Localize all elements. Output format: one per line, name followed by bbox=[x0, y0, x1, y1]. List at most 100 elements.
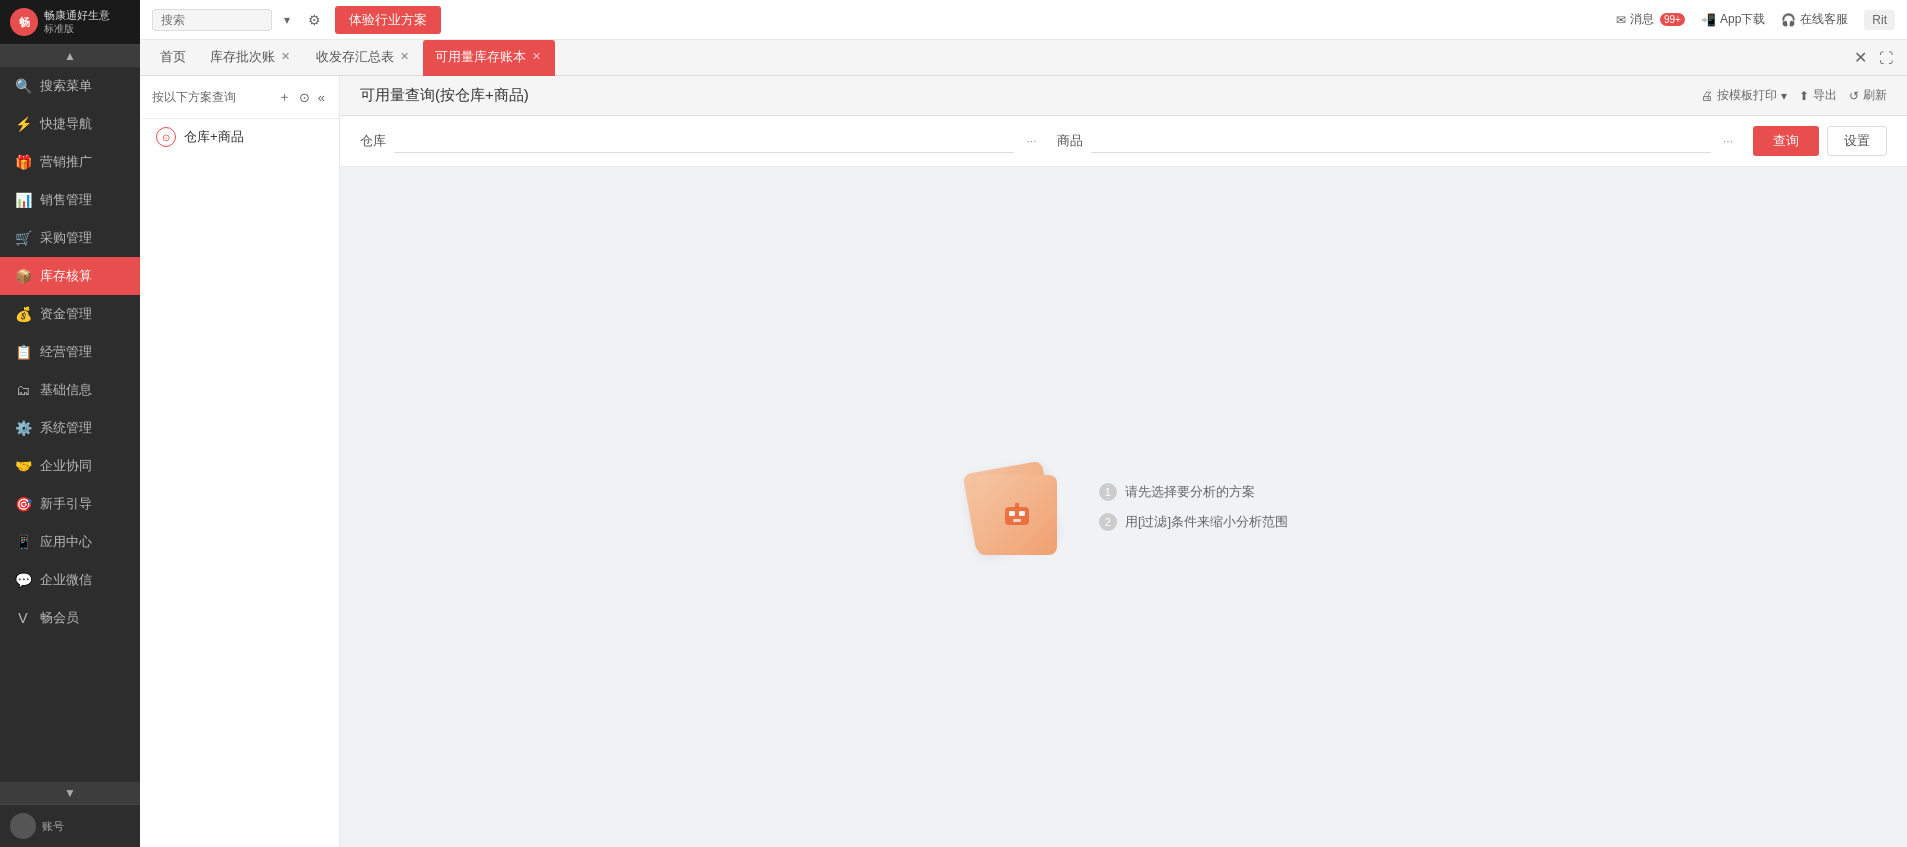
svg-rect-3 bbox=[1013, 519, 1021, 522]
scheme-item-warehouse-product[interactable]: ⊙ 仓库+商品 bbox=[140, 119, 339, 155]
sidebar-item-label: 销售管理 bbox=[40, 191, 92, 209]
sidebar-scroll-down[interactable]: ▼ bbox=[0, 782, 140, 804]
page-title: 可用量查询(按仓库+商品) bbox=[360, 86, 529, 105]
tab-home-label: 首页 bbox=[160, 48, 186, 66]
tab-batch-account-close[interactable]: ✕ bbox=[279, 49, 292, 64]
scheme-icon: ⊙ bbox=[156, 127, 176, 147]
newbie-icon: 🎯 bbox=[14, 495, 32, 513]
product-more-btn[interactable]: ··· bbox=[1719, 132, 1737, 150]
system-icon: ⚙️ bbox=[14, 419, 32, 437]
trial-btn[interactable]: 体验行业方案 bbox=[335, 6, 441, 34]
export-btn[interactable]: ⬆ 导出 bbox=[1799, 87, 1837, 104]
tab-available-qty-close[interactable]: ✕ bbox=[530, 49, 543, 64]
sidebar-item-appstore[interactable]: 📱 应用中心 bbox=[0, 523, 140, 561]
warehouse-filter: 仓库 ··· bbox=[360, 129, 1041, 153]
sidebar-header: 畅 畅康通好生意 标准版 bbox=[0, 0, 140, 45]
page-header-actions: 🖨 按模板打印 ▾ ⬆ 导出 ↺ 刷新 bbox=[1701, 87, 1887, 104]
shortcut-icon: ⚡ bbox=[14, 115, 32, 133]
setting-btn[interactable]: 设置 bbox=[1827, 126, 1887, 156]
chart-icon: 📊 bbox=[14, 191, 32, 209]
sidebar-item-search[interactable]: 🔍 搜索菜单 bbox=[0, 67, 140, 105]
sidebar-item-purchase[interactable]: 🛒 采购管理 bbox=[0, 219, 140, 257]
svg-rect-1 bbox=[1009, 511, 1015, 516]
avatar bbox=[10, 813, 36, 839]
sidebar-item-operation[interactable]: 📋 经营管理 bbox=[0, 333, 140, 371]
step-1: 1 bbox=[1099, 483, 1117, 501]
sidebar-scroll-up[interactable]: ▲ bbox=[0, 45, 140, 67]
tab-collect-summary[interactable]: 收发存汇总表 ✕ bbox=[304, 40, 423, 76]
hint-item-1: 1 请先选择要分析的方案 bbox=[1099, 483, 1288, 501]
online-service-label: 在线客服 bbox=[1800, 11, 1848, 28]
tab-collect-summary-close[interactable]: ✕ bbox=[398, 49, 411, 64]
edit-scheme-btn[interactable]: ⊙ bbox=[297, 86, 312, 108]
sidebar-nav: 🔍 搜索菜单 ⚡ 快捷导航 🎁 营销推广 📊 销售管理 🛒 采购管理 📦 库存核… bbox=[0, 67, 140, 782]
sidebar-item-label: 采购管理 bbox=[40, 229, 92, 247]
tab-home[interactable]: 首页 bbox=[148, 40, 198, 76]
tab-collect-summary-label: 收发存汇总表 bbox=[316, 48, 394, 66]
product-input[interactable] bbox=[1091, 129, 1711, 153]
enterprise-icon: 🤝 bbox=[14, 457, 32, 475]
refresh-icon: ↺ bbox=[1849, 89, 1859, 103]
sidebar-item-enterprise[interactable]: 🤝 企业协同 bbox=[0, 447, 140, 485]
sidebar-user: 账号 bbox=[42, 819, 64, 834]
tab-batch-account-label: 库存批次账 bbox=[210, 48, 275, 66]
message-icon: ✉ bbox=[1616, 13, 1626, 27]
hint-text-1: 请先选择要分析的方案 bbox=[1125, 483, 1255, 501]
inventory-icon: 📦 bbox=[14, 267, 32, 285]
sidebar-item-system[interactable]: ⚙️ 系统管理 bbox=[0, 409, 140, 447]
print-dropdown-icon: ▾ bbox=[1781, 89, 1787, 103]
print-btn[interactable]: 🖨 按模板打印 ▾ bbox=[1701, 87, 1787, 104]
filter-row: 仓库 ··· 商品 ··· 查询 设置 bbox=[340, 116, 1907, 167]
member-icon: V bbox=[14, 609, 32, 627]
warehouse-more-btn[interactable]: ··· bbox=[1022, 132, 1040, 150]
sidebar-item-label: 新手引导 bbox=[40, 495, 92, 513]
messages-label: 消息 bbox=[1630, 11, 1654, 28]
sidebar-item-basic[interactable]: 🗂 基础信息 bbox=[0, 371, 140, 409]
query-btn[interactable]: 查询 bbox=[1753, 126, 1819, 156]
topbar-gear-btn[interactable]: ⚙ bbox=[302, 10, 327, 30]
download-icon: 📲 bbox=[1701, 13, 1716, 27]
sidebar-item-newbie[interactable]: 🎯 新手引导 bbox=[0, 485, 140, 523]
sidebar-footer[interactable]: 账号 bbox=[0, 804, 140, 847]
print-icon: 🖨 bbox=[1701, 89, 1713, 103]
sidebar-item-wechat[interactable]: 💬 企业微信 bbox=[0, 561, 140, 599]
warehouse-input[interactable] bbox=[394, 129, 1014, 153]
sidebar-item-shortcut[interactable]: ⚡ 快捷导航 bbox=[0, 105, 140, 143]
sidebar-item-inventory[interactable]: 📦 库存核算 bbox=[0, 257, 140, 295]
sidebar-item-label: 畅会员 bbox=[40, 609, 79, 627]
export-label: 导出 bbox=[1813, 87, 1837, 104]
sidebar-item-marketing[interactable]: 🎁 营销推广 bbox=[0, 143, 140, 181]
right-panel: 可用量查询(按仓库+商品) 🖨 按模板打印 ▾ ⬆ 导出 ↺ 刷新 bbox=[340, 76, 1907, 847]
left-panel-tools: ＋ ⊙ « bbox=[276, 86, 327, 108]
topbar-right: ✉ 消息 99+ 📲 App下载 🎧 在线客服 Rit bbox=[1616, 10, 1895, 30]
collapse-btn[interactable]: « bbox=[316, 86, 327, 108]
refresh-label: 刷新 bbox=[1863, 87, 1887, 104]
basic-icon: 🗂 bbox=[14, 381, 32, 399]
online-service-btn[interactable]: 🎧 在线客服 bbox=[1781, 11, 1848, 28]
cart-icon: 🛒 bbox=[14, 229, 32, 247]
sidebar-item-finance[interactable]: 💰 资金管理 bbox=[0, 295, 140, 333]
sidebar-item-label: 快捷导航 bbox=[40, 115, 92, 133]
add-scheme-btn[interactable]: ＋ bbox=[276, 86, 293, 108]
tab-batch-account[interactable]: 库存批次账 ✕ bbox=[198, 40, 304, 76]
content-area: 按以下方案查询 ＋ ⊙ « ⊙ 仓库+商品 可用量查询(按仓库+商品) 🖨 bbox=[140, 76, 1907, 847]
sidebar-item-member[interactable]: V 畅会员 bbox=[0, 599, 140, 637]
left-panel-title: 按以下方案查询 bbox=[152, 89, 236, 106]
app-download-btn[interactable]: 📲 App下载 bbox=[1701, 11, 1765, 28]
topbar-dropdown-btn[interactable]: ▾ bbox=[280, 11, 294, 29]
finance-icon: 💰 bbox=[14, 305, 32, 323]
topbar-search-input[interactable] bbox=[152, 9, 272, 31]
brand-edition: 标准版 bbox=[44, 22, 110, 36]
export-icon: ⬆ bbox=[1799, 89, 1809, 103]
sidebar-item-label: 搜索菜单 bbox=[40, 77, 92, 95]
step-2: 2 bbox=[1099, 513, 1117, 531]
tabs-close-all-btn[interactable]: ✕ bbox=[1848, 46, 1873, 69]
messages-btn[interactable]: ✉ 消息 99+ bbox=[1616, 11, 1685, 28]
product-label: 商品 bbox=[1057, 132, 1083, 150]
sidebar-item-sales[interactable]: 📊 销售管理 bbox=[0, 181, 140, 219]
empty-hints: 1 请先选择要分析的方案 2 用[过滤]条件来缩小分析范围 bbox=[1099, 483, 1288, 531]
refresh-btn[interactable]: ↺ 刷新 bbox=[1849, 87, 1887, 104]
tab-available-qty-label: 可用量库存账本 bbox=[435, 48, 526, 66]
tabs-expand-btn[interactable]: ⛶ bbox=[1873, 48, 1899, 68]
tab-available-qty[interactable]: 可用量库存账本 ✕ bbox=[423, 40, 555, 76]
